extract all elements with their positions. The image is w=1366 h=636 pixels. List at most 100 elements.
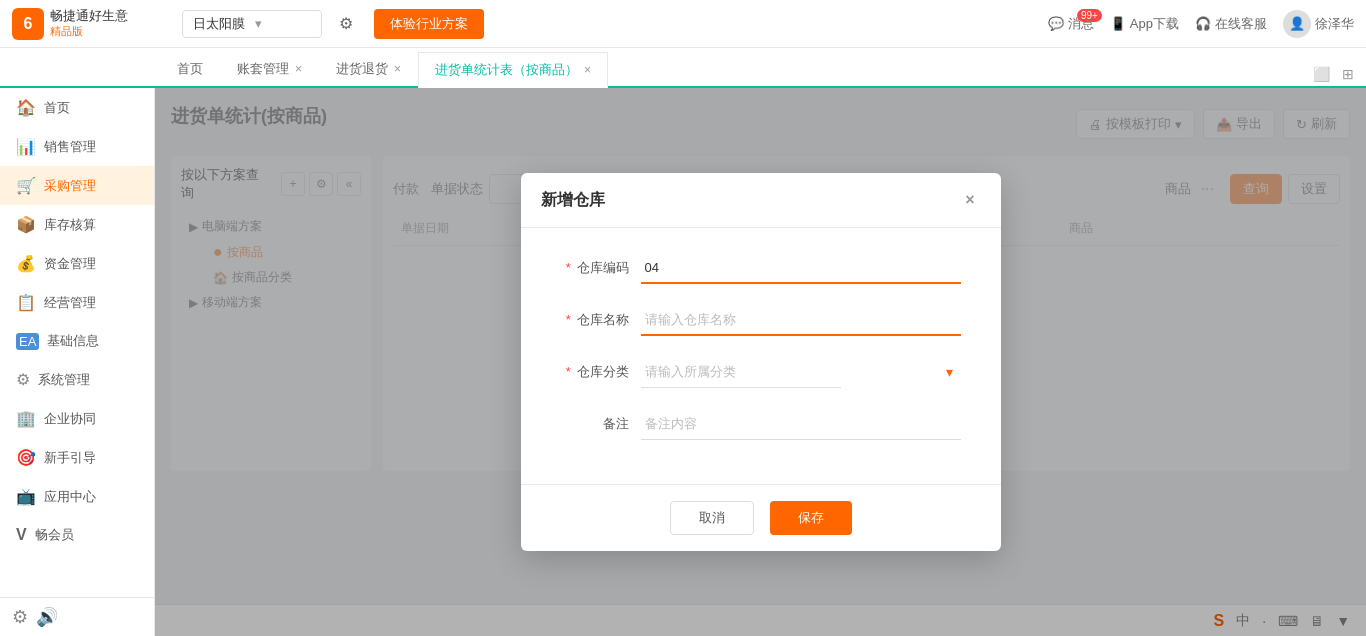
settings-gear-button[interactable]: ⚙ <box>330 8 362 40</box>
warehouse-name-input[interactable] <box>641 304 961 336</box>
sidebar-sales-label: 销售管理 <box>44 138 96 156</box>
sidebar-item-system[interactable]: ⚙ 系统管理 <box>0 360 154 399</box>
sidebar-item-vip[interactable]: V 畅会员 <box>0 516 154 554</box>
sidebar-item-operations[interactable]: 📋 经营管理 <box>0 283 154 322</box>
warehouse-remark-input[interactable] <box>641 408 961 440</box>
sidebar: 🏠 首页 📊 销售管理 🛒 采购管理 📦 库存核算 💰 资金管理 📋 经营管理 … <box>0 88 155 636</box>
try-industry-button[interactable]: 体验行业方案 <box>374 9 484 39</box>
tab-accounts-close[interactable]: × <box>295 62 302 76</box>
modal-overlay: 新增仓库 × * 仓库编码 <box>155 88 1366 636</box>
top-header: 6 畅捷通好生意 精品版 日太阳膜 ▾ ⚙ 体验行业方案 💬 消息 99+ 📱 … <box>0 0 1366 48</box>
sidebar-system-label: 系统管理 <box>38 371 90 389</box>
sidebar-sound-button[interactable]: 🔊 <box>36 606 58 628</box>
tab-purchase-stats[interactable]: 进货单统计表（按商品） × <box>418 52 608 88</box>
sidebar-item-finance[interactable]: 💰 资金管理 <box>0 244 154 283</box>
modal-body: * 仓库编码 * 仓库名称 <box>521 228 1001 484</box>
sidebar-enterprise-label: 企业协同 <box>44 410 96 428</box>
warehouse-category-label: * 仓库分类 <box>561 363 641 381</box>
logo-text-block: 畅捷通好生意 精品版 <box>50 8 128 40</box>
tab-restore-button[interactable]: ⬜ <box>1309 62 1334 86</box>
cancel-button[interactable]: 取消 <box>670 501 754 535</box>
operations-icon: 📋 <box>16 293 36 312</box>
main-layout: 🏠 首页 📊 销售管理 🛒 采购管理 📦 库存核算 💰 资金管理 📋 经营管理 … <box>0 88 1366 636</box>
messages-button[interactable]: 💬 消息 99+ <box>1048 15 1094 33</box>
sidebar-apps-label: 应用中心 <box>44 488 96 506</box>
sidebar-bottom: ⚙ 🔊 <box>0 597 155 636</box>
header-right: 💬 消息 99+ 📱 App下载 🎧 在线客服 👤 徐泽华 <box>1048 10 1354 38</box>
store-selector[interactable]: 日太阳膜 ▾ <box>182 10 322 38</box>
tab-purchase-return-close[interactable]: × <box>394 62 401 76</box>
warehouse-category-select-wrap: ▾ <box>641 356 961 388</box>
name-required-mark: * <box>566 312 571 327</box>
tab-accounts-label: 账套管理 <box>237 60 289 78</box>
save-button[interactable]: 保存 <box>770 501 852 535</box>
avatar: 👤 <box>1283 10 1311 38</box>
store-name: 日太阳膜 <box>193 15 249 33</box>
tab-purchase-return[interactable]: 进货退货 × <box>319 50 418 86</box>
warehouse-remark-row: 备注 <box>561 408 961 440</box>
warehouse-category-row: * 仓库分类 ▾ <box>561 356 961 388</box>
warehouse-category-input[interactable] <box>641 356 841 388</box>
tab-home-label: 首页 <box>177 60 203 78</box>
store-dropdown-arrow: ▾ <box>255 16 311 31</box>
app-download-button[interactable]: 📱 App下载 <box>1110 15 1179 33</box>
sidebar-newbie-label: 新手引导 <box>44 449 96 467</box>
sidebar-inventory-label: 库存核算 <box>44 216 96 234</box>
warehouse-name-row: * 仓库名称 <box>561 304 961 336</box>
sidebar-home-label: 首页 <box>44 99 70 117</box>
warehouse-code-input[interactable] <box>641 252 961 284</box>
system-icon: ⚙ <box>16 370 30 389</box>
tab-home[interactable]: 首页 <box>160 50 220 86</box>
sidebar-item-enterprise[interactable]: 🏢 企业协同 <box>0 399 154 438</box>
tab-purchase-return-label: 进货退货 <box>336 60 388 78</box>
sidebar-item-purchase[interactable]: 🛒 采购管理 <box>0 166 154 205</box>
sidebar-purchase-label: 采购管理 <box>44 177 96 195</box>
headset-icon: 🎧 <box>1195 16 1211 31</box>
category-required-mark: * <box>566 364 571 379</box>
content-area: 进货单统计(按商品) 🖨 按模板打印 ▾ 📤 导出 ↻ <box>155 88 1366 636</box>
tab-purchase-stats-close[interactable]: × <box>584 63 591 77</box>
sidebar-settings-button[interactable]: ⚙ <box>12 606 28 628</box>
inventory-icon: 📦 <box>16 215 36 234</box>
user-profile-button[interactable]: 👤 徐泽华 <box>1283 10 1354 38</box>
warehouse-name-label: * 仓库名称 <box>561 311 641 329</box>
modal-close-button[interactable]: × <box>959 189 980 211</box>
app-dl-label: App下载 <box>1130 15 1179 33</box>
modal-footer: 取消 保存 <box>521 484 1001 551</box>
online-service-button[interactable]: 🎧 在线客服 <box>1195 15 1267 33</box>
sidebar-item-inventory[interactable]: 📦 库存核算 <box>0 205 154 244</box>
message-badge: 99+ <box>1077 9 1102 22</box>
vip-icon: V <box>16 526 27 544</box>
message-icon: 💬 <box>1048 16 1064 31</box>
tab-controls: ⬜ ⊞ <box>1309 62 1366 86</box>
sidebar-item-basic[interactable]: EA 基础信息 <box>0 322 154 360</box>
modal-header: 新增仓库 × <box>521 173 1001 228</box>
category-dropdown-arrow: ▾ <box>946 364 953 380</box>
sidebar-item-sales[interactable]: 📊 销售管理 <box>0 127 154 166</box>
apps-icon: 📺 <box>16 487 36 506</box>
code-required-mark: * <box>566 260 571 275</box>
logo-area: 6 畅捷通好生意 精品版 <box>12 8 162 40</box>
purchase-icon: 🛒 <box>16 176 36 195</box>
home-icon: 🏠 <box>16 98 36 117</box>
app-dl-icon: 📱 <box>1110 16 1126 31</box>
tab-accounts[interactable]: 账套管理 × <box>220 50 319 86</box>
logo-sub: 精品版 <box>50 24 128 39</box>
basic-icon: EA <box>16 333 39 350</box>
warehouse-remark-label: 备注 <box>561 415 641 433</box>
logo-title: 畅捷通好生意 <box>50 8 128 25</box>
sidebar-basic-label: 基础信息 <box>47 332 99 350</box>
sidebar-item-home[interactable]: 🏠 首页 <box>0 88 154 127</box>
sidebar-item-apps[interactable]: 📺 应用中心 <box>0 477 154 516</box>
tab-fullscreen-button[interactable]: ⊞ <box>1338 62 1358 86</box>
username: 徐泽华 <box>1315 15 1354 33</box>
online-service-label: 在线客服 <box>1215 15 1267 33</box>
sidebar-operations-label: 经营管理 <box>44 294 96 312</box>
warehouse-code-row: * 仓库编码 <box>561 252 961 284</box>
sidebar-vip-label: 畅会员 <box>35 526 74 544</box>
sidebar-item-newbie[interactable]: 🎯 新手引导 <box>0 438 154 477</box>
app-logo-icon: 6 <box>12 8 44 40</box>
tab-purchase-stats-label: 进货单统计表（按商品） <box>435 61 578 79</box>
new-warehouse-modal: 新增仓库 × * 仓库编码 <box>521 173 1001 551</box>
finance-icon: 💰 <box>16 254 36 273</box>
